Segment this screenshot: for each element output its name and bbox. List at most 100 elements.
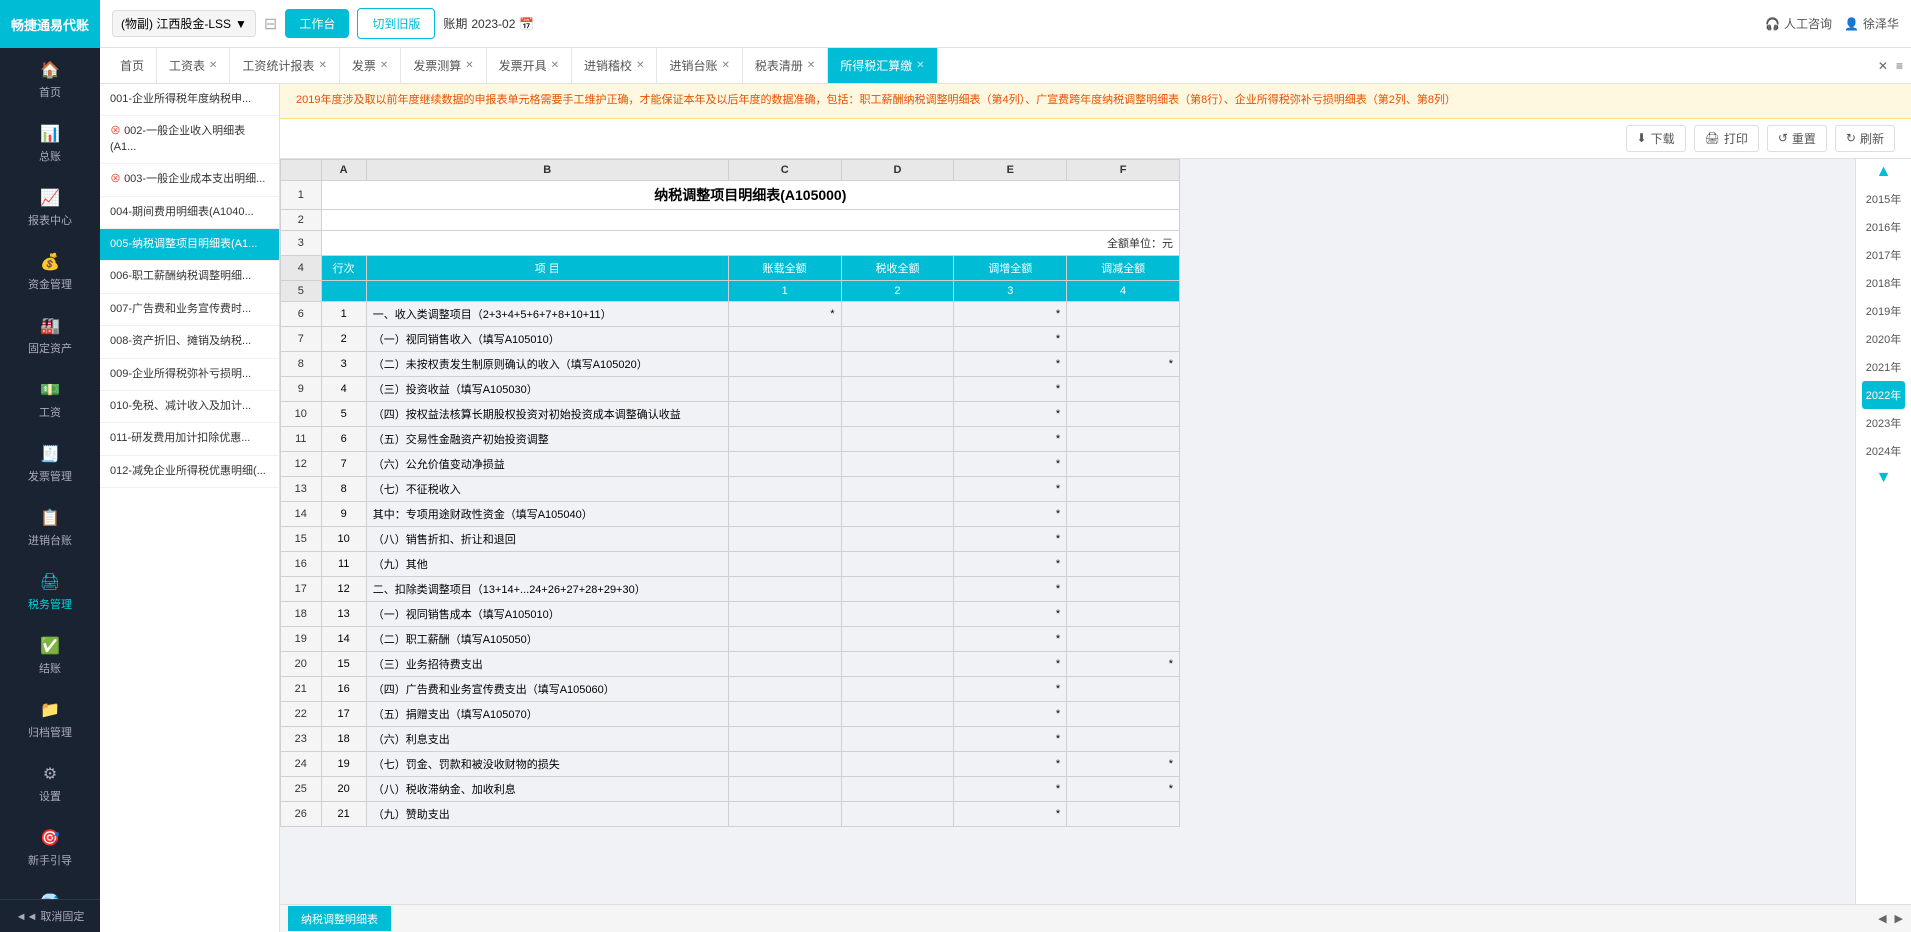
sidebar-item-archive[interactable]: 📁 归档管理	[0, 688, 100, 752]
year-up-btn[interactable]: ▲	[1856, 159, 1911, 185]
table-row[interactable]: 13 8 （七）不征税收入 *	[281, 476, 1180, 501]
col4-cell[interactable]	[1067, 376, 1180, 401]
item-name-cell[interactable]: （八）税收滞纳金、加收利息	[366, 776, 728, 801]
year-item[interactable]: 2018年	[1862, 269, 1905, 297]
tab-payroll-report[interactable]: 工资统计报表 ✕	[230, 48, 339, 83]
col4-cell[interactable]	[1067, 326, 1180, 351]
col2-cell[interactable]	[841, 801, 954, 826]
table-row[interactable]: 24 19 （七）罚金、罚款和被没收财物的损失 * *	[281, 751, 1180, 776]
col3-cell[interactable]: *	[954, 476, 1067, 501]
col4-cell[interactable]	[1067, 726, 1180, 751]
table-row[interactable]: 8 3 （二）未按权责发生制原则确认的收入（填写A105020） * *	[281, 351, 1180, 376]
col2-cell[interactable]	[841, 701, 954, 726]
tab-payroll[interactable]: 工资表 ✕	[157, 48, 230, 83]
scroll-left-icon[interactable]: ◀	[1878, 912, 1886, 925]
col2-cell[interactable]	[841, 476, 954, 501]
col4-cell[interactable]	[1067, 601, 1180, 626]
table-row[interactable]: 15 10 （八）销售折扣、折让和退回 *	[281, 526, 1180, 551]
tab-close-icon[interactable]: ✕	[318, 60, 326, 71]
col4-cell[interactable]	[1067, 626, 1180, 651]
item-name-cell[interactable]: 一、收入类调整项目（2+3+4+5+6+7+8+10+11）	[366, 301, 728, 326]
col1-cell[interactable]	[728, 326, 841, 351]
table-row[interactable]: 12 7 （六）公允价值变动净损益 *	[281, 451, 1180, 476]
table-row[interactable]: 7 2 （一）视同销售收入（填写A105010） *	[281, 326, 1180, 351]
left-item-001[interactable]: 001-企业所得税年度纳税申...	[100, 84, 279, 116]
col1-cell[interactable]	[728, 476, 841, 501]
col2-cell[interactable]	[841, 401, 954, 426]
table-row[interactable]: 9 4 （三）投资收益（填写A105030） *	[281, 376, 1180, 401]
item-name-cell[interactable]: （八）销售折扣、折让和退回	[366, 526, 728, 551]
col3-cell[interactable]: *	[954, 326, 1067, 351]
col2-cell[interactable]	[841, 351, 954, 376]
col3-cell[interactable]: *	[954, 626, 1067, 651]
tab-close-icon[interactable]: ✕	[721, 60, 729, 71]
col4-cell[interactable]: *	[1067, 351, 1180, 376]
item-name-cell[interactable]: （四）按权益法核算长期股权投资对初始投资成本调整确认收益	[366, 401, 728, 426]
table-row[interactable]: 16 11 （九）其他 *	[281, 551, 1180, 576]
table-row[interactable]: 6 1 一、收入类调整项目（2+3+4+5+6+7+8+10+11） * *	[281, 301, 1180, 326]
year-item[interactable]: 2021年	[1862, 353, 1905, 381]
item-name-cell[interactable]: （二）未按权责发生制原则确认的收入（填写A105020）	[366, 351, 728, 376]
item-name-cell[interactable]: （四）广告费和业务宣传费支出（填写A105060）	[366, 676, 728, 701]
table-row[interactable]: 10 5 （四）按权益法核算长期股权投资对初始投资成本调整确认收益 *	[281, 401, 1180, 426]
col2-cell[interactable]	[841, 601, 954, 626]
item-name-cell[interactable]: （六）利息支出	[366, 726, 728, 751]
col1-cell[interactable]	[728, 801, 841, 826]
scroll-right-icon[interactable]: ▶	[1895, 912, 1903, 925]
tab-close-icon[interactable]: ✕	[380, 60, 388, 71]
left-item-006[interactable]: 006-职工薪酬纳税调整明细...	[100, 261, 279, 293]
sidebar-item-reports[interactable]: 📈 报表中心	[0, 176, 100, 240]
tab-close-icon[interactable]: ✕	[209, 60, 217, 71]
year-item[interactable]: 2023年	[1862, 409, 1905, 437]
left-item-007[interactable]: 007-广告费和业务宣传费时...	[100, 294, 279, 326]
col4-cell[interactable]	[1067, 451, 1180, 476]
col1-cell[interactable]	[728, 701, 841, 726]
left-item-011[interactable]: 011-研发费用加计扣除优惠...	[100, 423, 279, 455]
col3-cell[interactable]: *	[954, 351, 1067, 376]
col4-cell[interactable]	[1067, 576, 1180, 601]
col2-cell[interactable]	[841, 726, 954, 751]
col3-cell[interactable]: *	[954, 576, 1067, 601]
year-item[interactable]: 2019年	[1862, 297, 1905, 325]
year-item[interactable]: 2017年	[1862, 241, 1905, 269]
col1-cell[interactable]: *	[728, 301, 841, 326]
col4-cell[interactable]	[1067, 676, 1180, 701]
sheet-main[interactable]: A B C D E F 1 纳税调整项目明细表(A105000)	[280, 159, 1855, 904]
download-button[interactable]: ⬇ 下载	[1626, 125, 1686, 152]
tab-close-icon[interactable]: ✕	[551, 60, 559, 71]
col1-cell[interactable]	[728, 351, 841, 376]
col2-cell[interactable]	[841, 551, 954, 576]
left-item-009[interactable]: 009-企业所得税弥补亏损明...	[100, 359, 279, 391]
col4-cell[interactable]	[1067, 526, 1180, 551]
col2-cell[interactable]	[841, 326, 954, 351]
item-name-cell[interactable]: （六）公允价值变动净损益	[366, 451, 728, 476]
table-row[interactable]: 25 20 （八）税收滞纳金、加收利息 * *	[281, 776, 1180, 801]
table-row[interactable]: 23 18 （六）利息支出 *	[281, 726, 1180, 751]
sidebar-item-guide[interactable]: 🎯 新手引导	[0, 816, 100, 880]
col2-cell[interactable]	[841, 501, 954, 526]
col4-cell[interactable]	[1067, 801, 1180, 826]
sidebar-item-invoice[interactable]: 🧾 发票管理	[0, 432, 100, 496]
col1-cell[interactable]	[728, 551, 841, 576]
year-item[interactable]: 2024年	[1862, 437, 1905, 465]
col3-cell[interactable]: *	[954, 601, 1067, 626]
col3-cell[interactable]: *	[954, 301, 1067, 326]
item-name-cell[interactable]: （七）不征税收入	[366, 476, 728, 501]
tab-income-tax[interactable]: 所得税汇算缴 ✕	[828, 48, 937, 83]
company-selector[interactable]: (物副) 江西股金-LSS ▼	[112, 10, 256, 37]
col3-cell[interactable]: *	[954, 501, 1067, 526]
tab-home[interactable]: 首页	[108, 48, 157, 83]
col3-cell[interactable]: *	[954, 451, 1067, 476]
sidebar-collapse-btn[interactable]: ◄◄ 取消固定	[0, 899, 100, 932]
col1-cell[interactable]	[728, 651, 841, 676]
col4-cell[interactable]	[1067, 301, 1180, 326]
col4-cell[interactable]	[1067, 426, 1180, 451]
item-name-cell[interactable]: （五）交易性金融资产初始投资调整	[366, 426, 728, 451]
year-item[interactable]: 2015年	[1862, 185, 1905, 213]
print-button[interactable]: 🖨 打印	[1694, 125, 1759, 152]
year-item[interactable]: 2020年	[1862, 325, 1905, 353]
col1-cell[interactable]	[728, 451, 841, 476]
refresh-button[interactable]: ↻ 刷新	[1835, 125, 1895, 152]
item-name-cell[interactable]: （三）业务招待费支出	[366, 651, 728, 676]
col2-cell[interactable]	[841, 426, 954, 451]
